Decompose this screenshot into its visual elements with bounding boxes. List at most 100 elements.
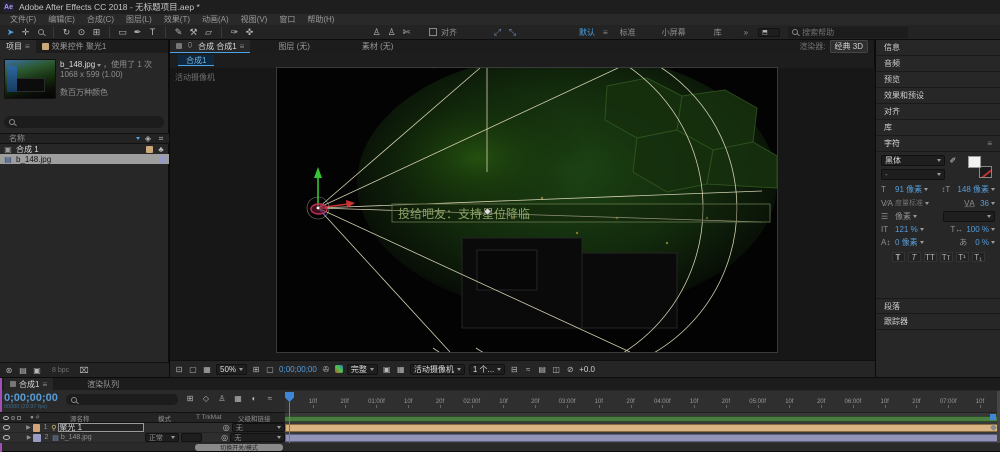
layer-bar-1[interactable] (285, 424, 1000, 432)
pickwhip-icon[interactable]: ◎ (221, 433, 228, 443)
panel-menu-icon[interactable]: ≡ (987, 139, 992, 148)
tracking-caret-icon[interactable] (991, 201, 995, 205)
label-chip[interactable] (159, 155, 166, 163)
footage-name[interactable]: b_148.jpg (60, 60, 95, 70)
roi-icon[interactable]: ▣ (382, 364, 392, 374)
kerning-value[interactable]: 度量标准 (895, 198, 923, 208)
grid-options-icon[interactable]: ⊞ (251, 364, 261, 374)
resolution-dropdown[interactable]: 完整 (346, 363, 378, 375)
composition-canvas[interactable]: 投给吧友：支持星位降临 (277, 36, 778, 380)
time-ruler[interactable]: 10f 20f 01:00f 10f 20f 02:00f 10f 20f 03… (285, 391, 1000, 413)
type-column-icon[interactable]: ⌗ (156, 134, 166, 144)
menu-view[interactable]: 视图(V) (235, 14, 274, 25)
tab-render-queue[interactable]: 渲染队列 (81, 378, 125, 390)
zoom-tool-icon[interactable] (34, 26, 47, 38)
tab-composition[interactable]: ⬯ 合成 合成1 ≡ (170, 40, 251, 53)
panel-audio[interactable]: 音频 (876, 56, 1000, 72)
motion-blur-icon[interactable]: ◐ (249, 393, 259, 403)
work-area-end-handle[interactable] (990, 414, 996, 420)
menu-layer[interactable]: 图层(L) (120, 14, 158, 25)
parent-dropdown[interactable]: 无 (230, 433, 285, 442)
viewer-area[interactable]: 活动摄像机 投给吧友：支持星位降临 (170, 36, 875, 380)
eraser-tool-icon[interactable]: ▱ (202, 26, 215, 38)
project-item-footage[interactable]: ▤ b_148.jpg (0, 154, 169, 164)
panel-info[interactable]: 信息 (876, 40, 1000, 56)
panel-tracker[interactable]: 跟踪器 (876, 314, 1000, 330)
toggle-switches-button[interactable]: 切换开关/模式 (195, 444, 283, 452)
panel-character-header[interactable]: 字符 ≡ (876, 136, 1000, 152)
baseline-shift-value[interactable]: 0 像素 (895, 237, 918, 248)
panel-paragraph[interactable]: 段落 (876, 298, 1000, 314)
pan-behind-tool-icon[interactable]: ⊞ (90, 26, 103, 38)
exposure-value[interactable]: +0.0 (579, 365, 595, 374)
viewer-timecode[interactable]: 0;00;00;00 (279, 365, 317, 374)
selection-tool-icon[interactable]: ➤ (4, 26, 17, 38)
faux-italic-button[interactable]: T (907, 252, 921, 262)
mask-visibility-icon[interactable]: ▢ (265, 364, 275, 374)
project-item-comp[interactable]: ▣ 合成 1 ♣ (0, 144, 169, 154)
tsume-value[interactable]: 0 % (975, 238, 989, 247)
leading-value[interactable]: 148 像素 (957, 184, 989, 195)
delete-icon[interactable]: ⌧ (79, 365, 89, 375)
workspace-default[interactable]: 默认 (571, 27, 603, 38)
stroke-style-dropdown[interactable] (943, 211, 995, 222)
interpret-footage-icon[interactable]: ⊛ (4, 365, 14, 375)
col-mode[interactable]: 模式 (158, 413, 196, 423)
panel-libraries[interactable]: 库 (876, 120, 1000, 136)
layer-row-2[interactable]: ▶ 2 ▤ b_148.jpg 正常 ◎ 无 (0, 433, 285, 443)
faux-bold-button[interactable]: T (891, 252, 905, 262)
tab-effect-controls[interactable]: 效果控件 聚光1 (36, 40, 113, 53)
layer-label-chip[interactable] (33, 433, 41, 442)
menu-composition[interactable]: 合成(C) (81, 14, 120, 25)
layer-label-chip[interactable] (32, 423, 40, 432)
tab-footage[interactable]: 素材 (无) (356, 40, 400, 53)
menu-animation[interactable]: 动画(A) (196, 14, 235, 25)
col-label-number[interactable]: ● # (30, 414, 70, 421)
renderer-info[interactable]: 渲染器: 经典 3D (793, 40, 874, 53)
comp-mini-flowchart-icon[interactable]: ⊞ (185, 393, 195, 403)
timeline-search[interactable] (66, 394, 178, 405)
font-family-dropdown[interactable]: 黑体 (881, 155, 945, 166)
trkmat-dropdown[interactable] (180, 433, 203, 442)
viewer-target-chip[interactable]: 合成1 (178, 55, 215, 66)
footage-usage[interactable]: ，使用了 1 次 (103, 60, 152, 70)
panel-effects-presets[interactable]: 效果和预设 (876, 88, 1000, 104)
lock-icon[interactable]: ⬯ (185, 41, 195, 51)
layer-name-edit[interactable] (58, 423, 145, 432)
menu-window[interactable]: 窗口 (273, 14, 301, 25)
brush-tool-icon[interactable]: ✎ (172, 26, 185, 38)
workspace-library[interactable]: 库 (700, 27, 736, 38)
menu-edit[interactable]: 编辑(E) (42, 14, 81, 25)
menu-help[interactable]: 帮助(H) (301, 14, 340, 25)
baseline-shift-caret-icon[interactable] (919, 241, 924, 244)
visibility-eye-icon[interactable] (3, 435, 10, 440)
font-style-dropdown[interactable]: - (881, 169, 945, 180)
label-chip[interactable] (146, 145, 153, 153)
parent-dropdown[interactable]: 无 (231, 423, 285, 432)
menu-effect[interactable]: 效果(T) (158, 14, 196, 25)
tab-timeline-comp[interactable]: 合成1 ≡ (4, 378, 54, 390)
view-layout-dropdown[interactable]: 1 个... (468, 363, 506, 375)
workspace-small-screen[interactable]: 小屏幕 (648, 27, 700, 38)
all-caps-button[interactable]: TT (923, 252, 937, 262)
tab-layer[interactable]: 图层 (无) (272, 40, 316, 53)
small-caps-button[interactable]: Tт (939, 252, 953, 262)
superscript-button[interactable]: T¹ (955, 252, 969, 262)
frame-blending-icon[interactable]: ▦ (233, 393, 243, 403)
horizontal-scale-value[interactable]: 100 % (966, 225, 989, 234)
bpc-label[interactable]: 8 bpc (52, 367, 69, 374)
panel-menu-icon[interactable]: ≡ (240, 42, 245, 51)
puppet-bend-pin-icon[interactable]: ♙ (385, 26, 398, 38)
cache-work-area-bar[interactable] (285, 416, 1000, 422)
timeline-timecode[interactable]: 0;00;00;00 00000 (29.97 fps) (4, 392, 58, 410)
help-search-box[interactable]: 搜索帮助 (788, 26, 909, 38)
pixel-aspect-icon[interactable]: ⊟ (509, 364, 519, 374)
hand-tool-icon[interactable]: ✛ (19, 26, 32, 38)
aux-view-icon[interactable]: ▦ (202, 364, 212, 374)
roto-brush-tool-icon[interactable]: ✑ (228, 26, 241, 38)
col-source-name[interactable]: 源名称 (70, 413, 158, 423)
blend-mode-dropdown[interactable]: 正常 (144, 433, 179, 442)
font-size-caret-icon[interactable] (924, 188, 929, 191)
shape-tool-icon[interactable]: ▭ (116, 26, 129, 38)
stroke-width-caret-icon[interactable] (913, 215, 917, 218)
